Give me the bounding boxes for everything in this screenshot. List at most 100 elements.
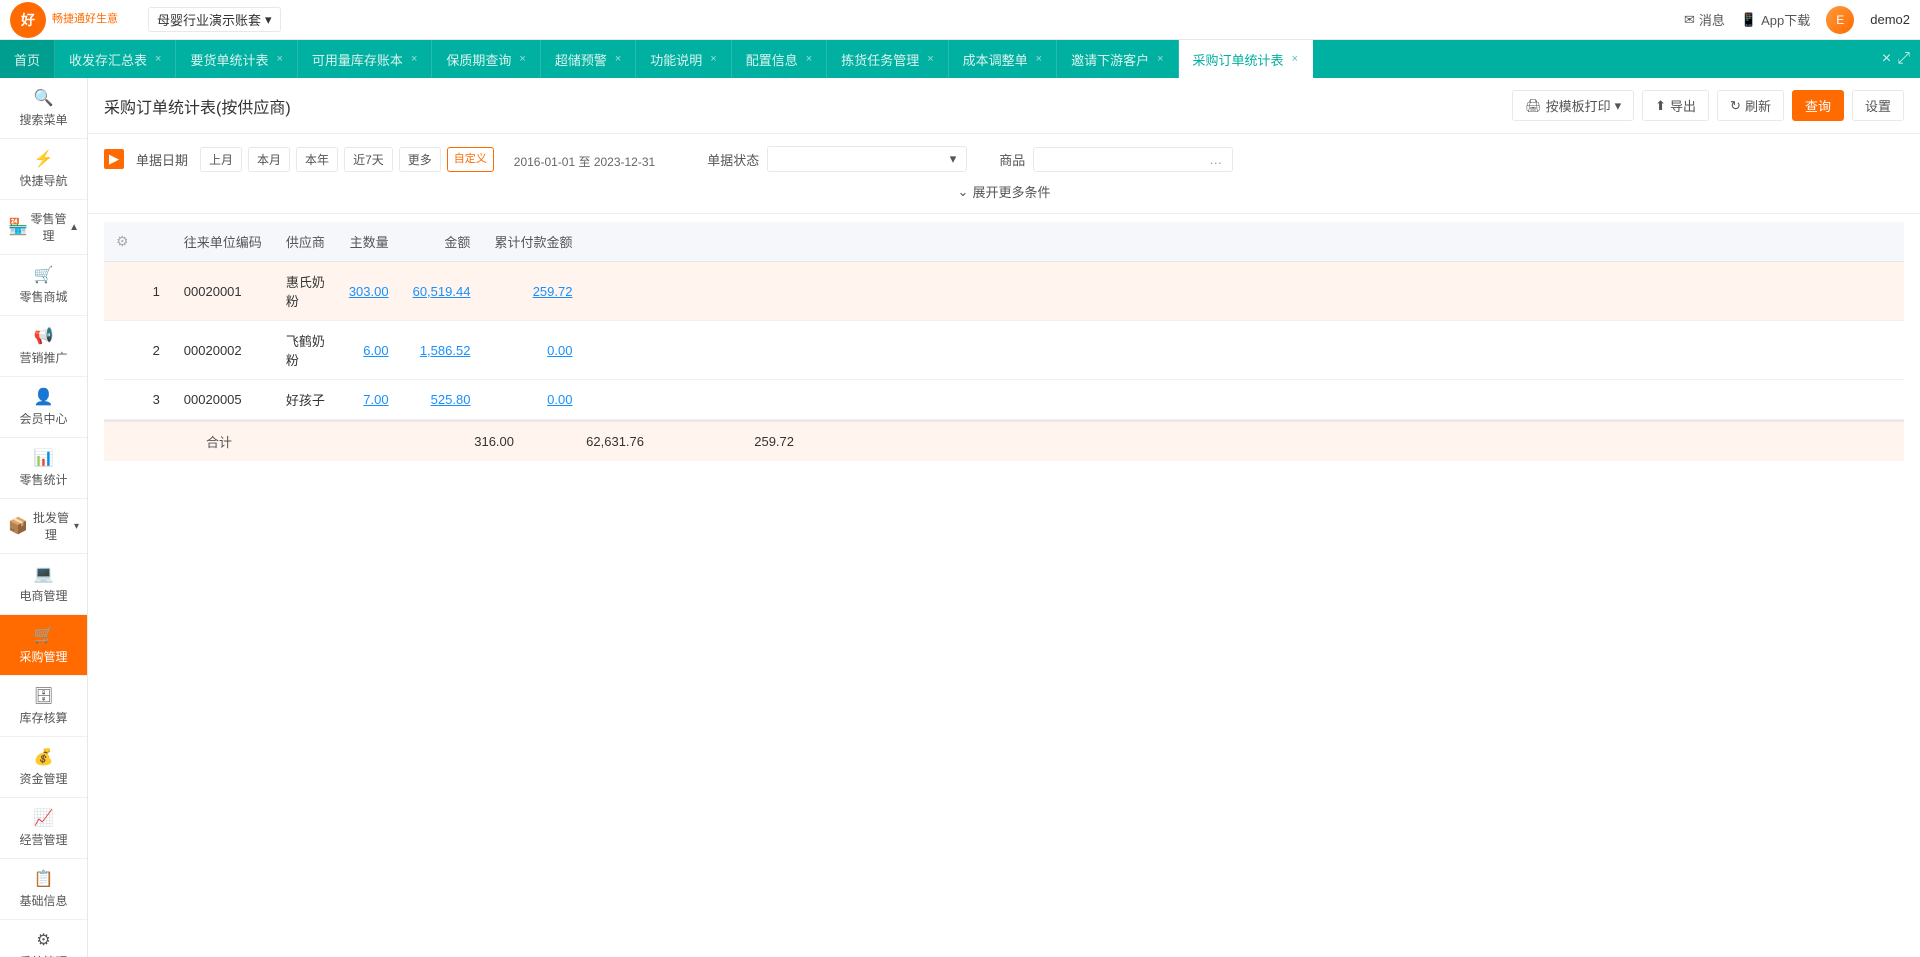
workspace-selector[interactable]: 母婴行业演示账套 ▾ xyxy=(148,7,281,32)
tab-cost-adjust[interactable]: 成本调整单 × xyxy=(949,40,1057,78)
export-button[interactable]: ⬆ 导出 xyxy=(1642,90,1709,121)
close-icon[interactable]: × xyxy=(615,53,621,65)
col-settings: ⚙ xyxy=(104,222,141,262)
close-icon[interactable]: × xyxy=(1157,53,1163,65)
user-name[interactable]: demo2 xyxy=(1870,12,1910,27)
row-main-qty[interactable]: 7.00 xyxy=(337,380,401,420)
col-main-qty: 主数量 xyxy=(337,222,401,262)
date-btn-this-year[interactable]: 本年 xyxy=(296,147,338,172)
tab-invite-downstream[interactable]: 邀请下游客户 × xyxy=(1057,40,1178,78)
refresh-label: 刷新 xyxy=(1745,96,1771,115)
close-icon[interactable]: × xyxy=(1036,53,1042,65)
column-settings-icon[interactable]: ⚙ xyxy=(116,233,129,249)
row-amount[interactable]: 525.80 xyxy=(401,380,483,420)
sidebar-item-member[interactable]: 👤 会员中心 xyxy=(0,377,87,438)
status-filter-label: 单据状态 xyxy=(707,150,759,169)
close-icon[interactable]: × xyxy=(411,53,417,65)
tab-shelf-query[interactable]: 保质期查询 × xyxy=(432,40,540,78)
app-download-button[interactable]: 📱 App下载 xyxy=(1741,10,1810,29)
sidebar-item-ecommerce[interactable]: 💻 电商管理 xyxy=(0,554,87,615)
close-icon[interactable]: × xyxy=(806,53,812,65)
tab-receive-send[interactable]: 收发存汇总表 × xyxy=(55,40,176,78)
tab-pick-task[interactable]: 拣货任务管理 × xyxy=(827,40,948,78)
row-paid-amount[interactable]: 0.00 xyxy=(482,380,584,420)
tab-label: 功能说明 xyxy=(650,50,702,69)
date-btn-this-month[interactable]: 本月 xyxy=(248,147,290,172)
sidebar-item-search[interactable]: 🔍 搜索菜单 xyxy=(0,78,87,139)
sidebar-item-retail[interactable]: 🏪 零售管理 ▲ xyxy=(0,200,87,255)
close-icon[interactable]: × xyxy=(1292,53,1298,65)
message-button[interactable]: ✉ 消息 xyxy=(1684,10,1725,29)
table-row: 3 00020005 好孩子 7.00 525.80 0.00 xyxy=(104,380,1904,420)
refresh-button[interactable]: ↻ 刷新 xyxy=(1717,90,1784,121)
date-btn-last-month[interactable]: 上月 xyxy=(200,147,242,172)
date-btn-7days[interactable]: 近7天 xyxy=(344,147,393,172)
sidebar-item-operations[interactable]: 📈 经营管理 xyxy=(0,798,87,859)
export-label: 导出 xyxy=(1670,96,1696,115)
status-select-arrow-icon: ▾ xyxy=(950,151,957,167)
close-icon[interactable]: × xyxy=(276,53,282,65)
tab-order-stat[interactable]: 要货单统计表 × xyxy=(176,40,297,78)
close-icon[interactable]: × xyxy=(710,53,716,65)
query-button[interactable]: 查询 xyxy=(1792,90,1844,121)
window-expand-icon[interactable]: ⤢ xyxy=(1897,50,1910,68)
date-btn-more[interactable]: 更多 xyxy=(399,147,441,172)
sidebar-item-retail-stat[interactable]: 📊 零售统计 xyxy=(0,438,87,499)
tab-label: 采购订单统计表 xyxy=(1193,50,1284,69)
col-supplier-code: 往来单位编码 xyxy=(172,222,274,262)
sidebar-item-quick-nav[interactable]: ⚡ 快捷导航 xyxy=(0,139,87,200)
sidebar-item-wholesale[interactable]: 📦 批发管理 ▾ xyxy=(0,499,87,554)
main-content: 采购订单统计表(按供应商) 🖨 按模板打印 ▾ ⬆ 导出 ↻ 刷新 xyxy=(88,78,1920,957)
sidebar-item-marketing[interactable]: 📢 营销推广 xyxy=(0,316,87,377)
settings-button[interactable]: 设置 xyxy=(1852,90,1904,121)
close-icon[interactable]: × xyxy=(519,53,525,65)
tab-purchase-stat[interactable]: 采购订单统计表 × xyxy=(1179,40,1313,78)
row-amount[interactable]: 1,586.52 xyxy=(401,321,483,380)
goods-input[interactable]: … xyxy=(1033,147,1233,172)
tab-overstock[interactable]: 超储预警 × xyxy=(541,40,636,78)
sidebar-item-system[interactable]: ⚙ 系统管理 xyxy=(0,920,87,957)
table-body: 1 00020001 惠氏奶粉 303.00 60,519.44 259.72 … xyxy=(104,262,1904,420)
inventory-icon: 🗄 xyxy=(33,686,53,706)
custom-date-tag[interactable]: 自定义 xyxy=(447,147,494,172)
filter-toggle-button[interactable]: ▶ xyxy=(104,149,124,169)
close-icon[interactable]: × xyxy=(927,53,933,65)
expand-more-button[interactable]: ⌄ 展开更多条件 xyxy=(104,182,1904,201)
logo-area: 好 畅捷通好生意 xyxy=(10,2,118,38)
sidebar-item-finance[interactable]: 💰 资金管理 xyxy=(0,737,87,798)
window-close-icon[interactable]: × xyxy=(1882,50,1891,68)
footer-paid-amount: 259.72 xyxy=(656,434,806,449)
info-icon: 📋 xyxy=(34,869,54,889)
tab-func-desc[interactable]: 功能说明 × xyxy=(636,40,731,78)
page-title: 采购订单统计表(按供应商) xyxy=(104,94,291,118)
tab-available-stock[interactable]: 可用量库存账本 × xyxy=(298,40,432,78)
row-paid-amount[interactable]: 0.00 xyxy=(482,321,584,380)
tab-home[interactable]: 首页 xyxy=(0,40,55,78)
more-options-icon[interactable]: … xyxy=(1209,152,1222,167)
sidebar-item-basic-info[interactable]: 📋 基础信息 xyxy=(0,859,87,920)
row-main-qty[interactable]: 303.00 xyxy=(337,262,401,321)
sidebar-item-inventory[interactable]: 🗄 库存核算 xyxy=(0,676,87,737)
tab-label: 配置信息 xyxy=(746,50,798,69)
store-icon: 🛒 xyxy=(34,265,54,285)
tab-label: 要货单统计表 xyxy=(190,50,268,69)
workspace-arrow-icon: ▾ xyxy=(265,12,272,28)
row-supplier-name: 飞鹤奶粉 xyxy=(274,321,337,380)
footer-main-qty: 316.00 xyxy=(256,434,526,449)
close-icon[interactable]: × xyxy=(155,53,161,65)
row-amount[interactable]: 60,519.44 xyxy=(401,262,483,321)
row-paid-amount[interactable]: 259.72 xyxy=(482,262,584,321)
tab-label: 拣货任务管理 xyxy=(841,50,919,69)
print-button[interactable]: 🖨 按模板打印 ▾ xyxy=(1512,90,1634,121)
sidebar-item-retail-store[interactable]: 🛒 零售商城 xyxy=(0,255,87,316)
sidebar-item-purchase[interactable]: 🛒 采购管理 xyxy=(0,615,87,676)
goods-filter-label: 商品 xyxy=(999,150,1025,169)
row-supplier-code: 00020001 xyxy=(172,262,274,321)
tab-config-info[interactable]: 配置信息 × xyxy=(732,40,827,78)
status-select[interactable]: ▾ xyxy=(767,146,967,172)
table-footer: 合计 316.00 62,631.76 259.72 xyxy=(104,420,1904,461)
tab-label: 可用量库存账本 xyxy=(312,50,403,69)
row-supplier-name: 好孩子 xyxy=(274,380,337,420)
sidebar-item-label: 资金管理 xyxy=(19,770,67,787)
row-main-qty[interactable]: 6.00 xyxy=(337,321,401,380)
